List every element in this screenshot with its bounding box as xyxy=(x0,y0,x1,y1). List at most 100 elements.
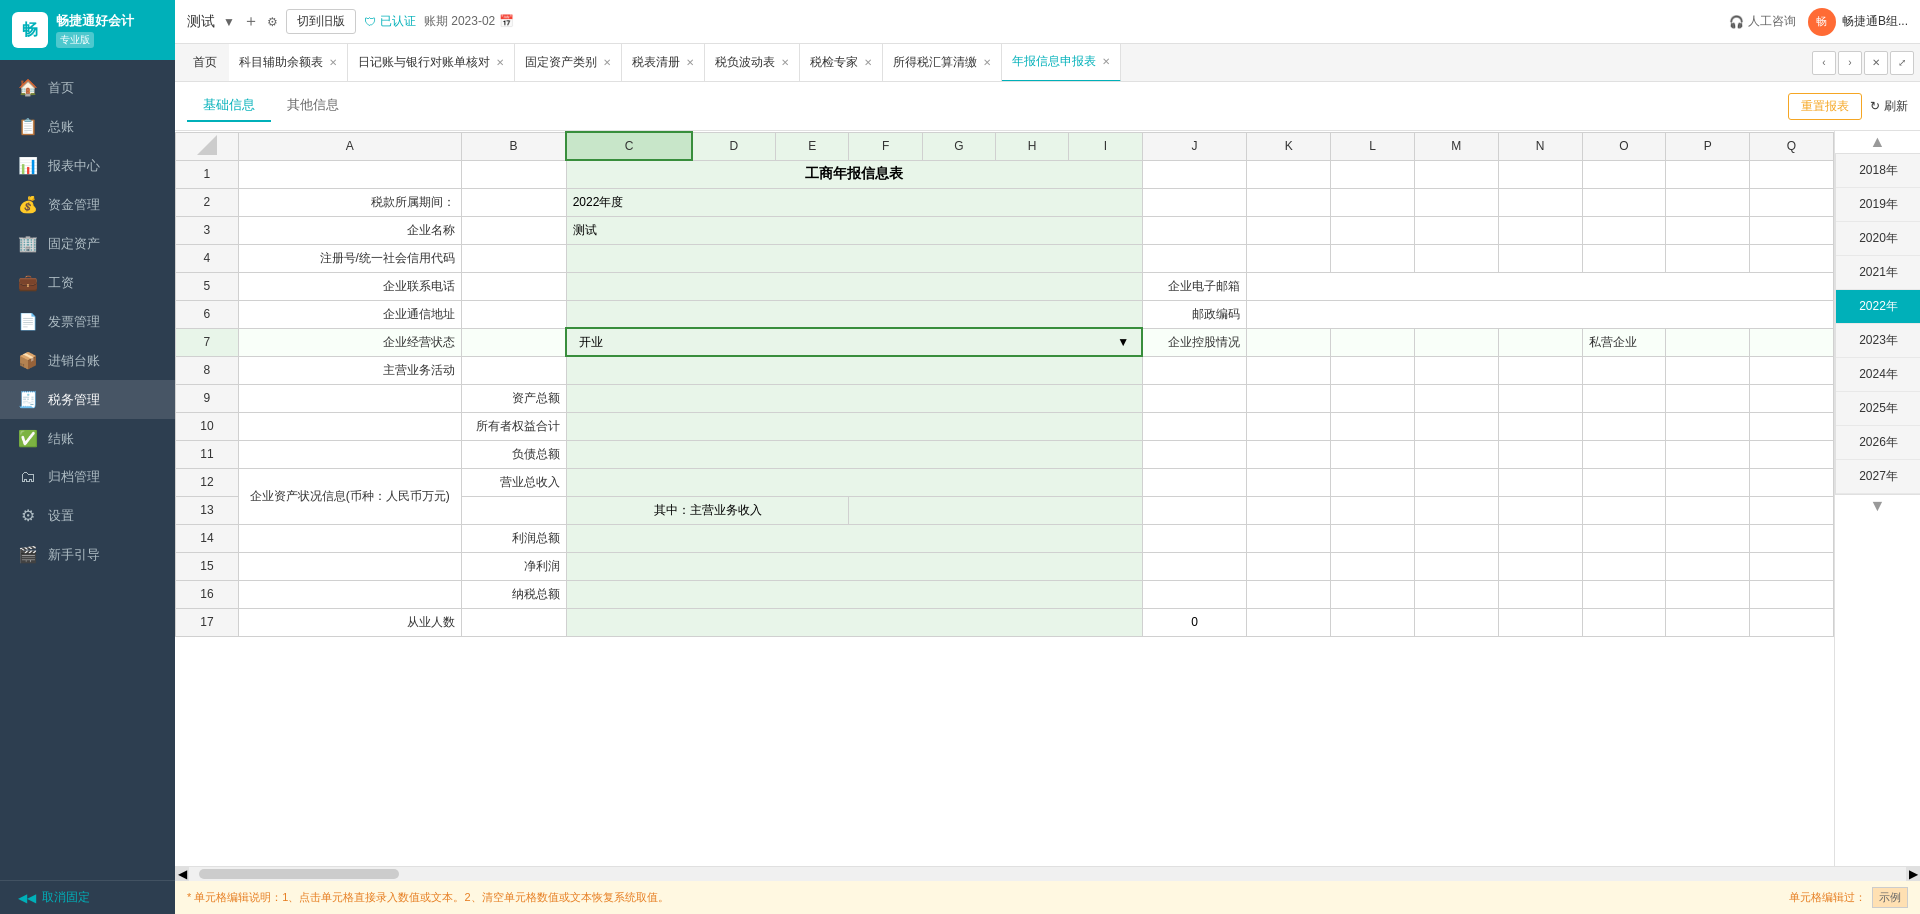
cell-3-O[interactable] xyxy=(1582,216,1666,244)
cell-16-L[interactable] xyxy=(1331,580,1415,608)
cell-12-J[interactable] xyxy=(1142,468,1247,496)
cell-11-Q[interactable] xyxy=(1750,440,1834,468)
cell-7-O[interactable]: 私营企业 xyxy=(1582,328,1666,356)
cell-2-L[interactable] xyxy=(1331,188,1415,216)
cell-14-C[interactable] xyxy=(566,524,1142,552)
cell-13-O[interactable] xyxy=(1582,496,1666,524)
year-item-2018[interactable]: 2018年 xyxy=(1836,154,1920,188)
cell-6-A[interactable]: 企业通信地址 xyxy=(238,300,461,328)
cell-12-M[interactable] xyxy=(1414,468,1498,496)
cell-12-P[interactable] xyxy=(1666,468,1750,496)
cell-9-L[interactable] xyxy=(1331,384,1415,412)
cell-15-K[interactable] xyxy=(1247,552,1331,580)
cell-15-M[interactable] xyxy=(1414,552,1498,580)
cell-3-K[interactable] xyxy=(1247,216,1331,244)
cell-10-P[interactable] xyxy=(1666,412,1750,440)
cell-2-N[interactable] xyxy=(1498,188,1582,216)
tab-expand-button[interactable]: ⤢ xyxy=(1890,51,1914,75)
cell-13-F[interactable] xyxy=(849,496,1142,524)
cell-2-K[interactable] xyxy=(1247,188,1331,216)
cell-7-L[interactable] xyxy=(1331,328,1415,356)
cell-9-N[interactable] xyxy=(1498,384,1582,412)
cell-2-Q[interactable] xyxy=(1750,188,1834,216)
tab-close-icon[interactable]: ✕ xyxy=(496,57,504,68)
cell-8-A[interactable]: 主营业务活动 xyxy=(238,356,461,384)
year-item-2021[interactable]: 2021年 xyxy=(1836,256,1920,290)
tab-close-icon[interactable]: ✕ xyxy=(603,57,611,68)
cell-11-P[interactable] xyxy=(1666,440,1750,468)
cell-17-O[interactable] xyxy=(1582,608,1666,636)
cell-1-M[interactable] xyxy=(1414,160,1498,188)
unpin-button[interactable]: ◀◀ 取消固定 xyxy=(0,880,175,914)
cell-1-J[interactable] xyxy=(1142,160,1247,188)
cell-3-M[interactable] xyxy=(1414,216,1498,244)
year-item-2019[interactable]: 2019年 xyxy=(1836,188,1920,222)
cell-6-B[interactable] xyxy=(461,300,566,328)
sidebar-item-funds[interactable]: 💰 资金管理 xyxy=(0,185,175,224)
spreadsheet[interactable]: A B C D E F G H I J K L xyxy=(175,131,1834,866)
cell-9-M[interactable] xyxy=(1414,384,1498,412)
cell-8-O[interactable] xyxy=(1582,356,1666,384)
cell-9-J[interactable] xyxy=(1142,384,1247,412)
cell-8-C[interactable] xyxy=(566,356,1142,384)
tab-close-icon[interactable]: ✕ xyxy=(781,57,789,68)
topbar-service-button[interactable]: 🎧 人工咨询 xyxy=(1729,13,1796,30)
cell-5-A[interactable]: 企业联系电话 xyxy=(238,272,461,300)
cell-1-A[interactable] xyxy=(238,160,461,188)
tab-annual-report[interactable]: 年报信息申报表 ✕ xyxy=(1002,44,1121,82)
cell-14-A[interactable] xyxy=(238,524,461,552)
cell-17-A[interactable]: 从业人数 xyxy=(238,608,461,636)
cell-16-P[interactable] xyxy=(1666,580,1750,608)
scroll-thumb[interactable] xyxy=(199,869,399,879)
cell-3-Q[interactable] xyxy=(1750,216,1834,244)
cell-2-B[interactable] xyxy=(461,188,566,216)
cell-16-C[interactable] xyxy=(566,580,1142,608)
cell-1-K[interactable] xyxy=(1247,160,1331,188)
cell-3-L[interactable] xyxy=(1331,216,1415,244)
cell-15-C[interactable] xyxy=(566,552,1142,580)
scroll-down-button[interactable]: ▼ xyxy=(1870,497,1886,515)
sidebar-item-guide[interactable]: 🎬 新手引导 xyxy=(0,535,175,574)
cell-9-O[interactable] xyxy=(1582,384,1666,412)
cell-13-L[interactable] xyxy=(1331,496,1415,524)
cell-7-C[interactable]: 开业 ▼ xyxy=(566,328,1142,356)
cell-10-N[interactable] xyxy=(1498,412,1582,440)
cell-7-N[interactable] xyxy=(1498,328,1582,356)
cell-4-L[interactable] xyxy=(1331,244,1415,272)
cell-7-P[interactable] xyxy=(1666,328,1750,356)
cell-16-N[interactable] xyxy=(1498,580,1582,608)
cell-12-L[interactable] xyxy=(1331,468,1415,496)
topbar-dropdown-arrow[interactable]: ▼ xyxy=(223,15,235,29)
cell-10-O[interactable] xyxy=(1582,412,1666,440)
cell-11-O[interactable] xyxy=(1582,440,1666,468)
cell-11-K[interactable] xyxy=(1247,440,1331,468)
topbar-settings-icon[interactable]: ⚙ xyxy=(267,15,278,29)
year-item-2023[interactable]: 2023年 xyxy=(1836,324,1920,358)
year-item-2025[interactable]: 2025年 xyxy=(1836,392,1920,426)
sidebar-item-settings[interactable]: ⚙ 设置 xyxy=(0,496,175,535)
sidebar-item-reports[interactable]: 📊 报表中心 xyxy=(0,146,175,185)
cell-15-P[interactable] xyxy=(1666,552,1750,580)
sidebar-item-home[interactable]: 🏠 首页 xyxy=(0,68,175,107)
tab-next-button[interactable]: › xyxy=(1838,51,1862,75)
sidebar-item-archive[interactable]: 🗂 归档管理 xyxy=(0,458,175,496)
calendar-icon[interactable]: 📅 xyxy=(499,14,514,28)
cell-10-J[interactable] xyxy=(1142,412,1247,440)
cell-4-C[interactable] xyxy=(566,244,1142,272)
cell-4-P[interactable] xyxy=(1666,244,1750,272)
cell-4-B[interactable] xyxy=(461,244,566,272)
cell-13-N[interactable] xyxy=(1498,496,1582,524)
cell-6-J[interactable]: 邮政编码 xyxy=(1142,300,1247,328)
sheet-tab-other[interactable]: 其他信息 xyxy=(271,90,355,122)
reset-button[interactable]: 重置报表 xyxy=(1788,93,1862,120)
cell-11-B[interactable]: 负债总额 xyxy=(461,440,566,468)
sidebar-item-tax[interactable]: 🧾 税务管理 xyxy=(0,380,175,419)
cell-17-M[interactable] xyxy=(1414,608,1498,636)
cell-12-C[interactable] xyxy=(566,468,1142,496)
cell-4-J[interactable] xyxy=(1142,244,1247,272)
topbar-user[interactable]: 畅 畅捷通B组... xyxy=(1808,8,1908,36)
cell-5-K[interactable] xyxy=(1247,272,1834,300)
year-item-2024[interactable]: 2024年 xyxy=(1836,358,1920,392)
sidebar-item-ledger[interactable]: 📋 总账 xyxy=(0,107,175,146)
cell-2-J[interactable] xyxy=(1142,188,1247,216)
